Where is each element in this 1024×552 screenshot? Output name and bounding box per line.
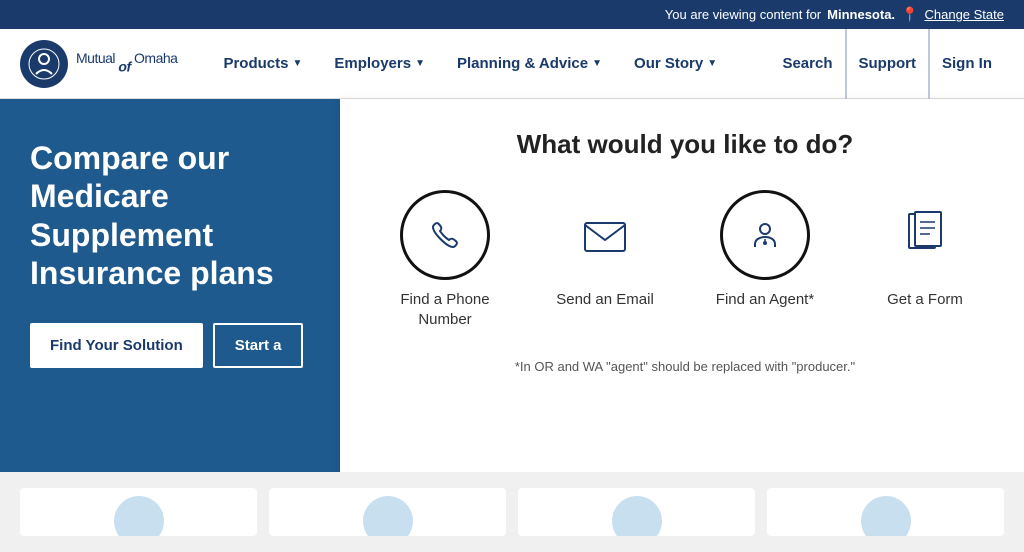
hero-buttons: Find Your Solution Start a — [30, 323, 310, 368]
chevron-down-icon: ▼ — [592, 58, 602, 69]
option-email[interactable]: Send an Email — [540, 190, 670, 310]
start-button[interactable]: Start a — [213, 323, 304, 368]
hero-headline: Compare our Medicare Supplement Insuranc… — [30, 139, 310, 293]
email-icon — [560, 190, 650, 280]
option-agent[interactable]: Find an Agent* — [700, 190, 830, 310]
nav-support[interactable]: Support — [845, 29, 931, 99]
phone-label: Find a Phone Number — [380, 290, 510, 329]
agent-label: Find an Agent* — [716, 290, 814, 310]
nav-right: Search Support Sign In — [770, 29, 1004, 99]
chevron-down-icon: ▼ — [292, 58, 302, 69]
phone-icon — [400, 190, 490, 280]
state-name: Minnesota. — [827, 7, 895, 22]
chevron-down-icon: ▼ — [707, 58, 717, 69]
nav-links: Products ▼ Employers ▼ Planning & Advice… — [207, 29, 770, 99]
agent-icon — [720, 190, 810, 280]
bottom-card-2[interactable] — [269, 488, 506, 536]
nav-planning[interactable]: Planning & Advice ▼ — [441, 29, 618, 99]
form-icon — [880, 190, 970, 280]
change-state-link[interactable]: Change State — [924, 7, 1004, 22]
bottom-card-3[interactable] — [518, 488, 755, 536]
bottom-card-1[interactable] — [20, 488, 257, 536]
option-form[interactable]: Get a Form — [860, 190, 990, 310]
card-icon-3 — [612, 496, 662, 536]
card-icon-4 — [861, 496, 911, 536]
support-title: What would you like to do? — [517, 129, 854, 160]
top-bar: You are viewing content for Minnesota. 📍… — [0, 0, 1024, 29]
main-nav: Mutual of Omaha Products ▼ Employers ▼ P… — [0, 29, 1024, 99]
logo-icon — [20, 40, 68, 88]
nav-products[interactable]: Products ▼ — [207, 29, 318, 99]
form-label: Get a Form — [887, 290, 963, 310]
nav-our-story[interactable]: Our Story ▼ — [618, 29, 733, 99]
location-icon: 📍 — [901, 6, 918, 23]
card-icon-2 — [363, 496, 413, 536]
bottom-cards — [0, 472, 1024, 552]
nav-employers[interactable]: Employers ▼ — [318, 29, 441, 99]
nav-signin[interactable]: Sign In — [930, 29, 1004, 99]
logo[interactable]: Mutual of Omaha — [20, 40, 177, 88]
logo-text: Mutual of Omaha — [76, 50, 177, 77]
card-icon-1 — [114, 496, 164, 536]
nav-search[interactable]: Search — [770, 29, 844, 99]
bottom-card-4[interactable] — [767, 488, 1004, 536]
support-options: Find a Phone Number Send an Email — [380, 190, 990, 329]
email-label: Send an Email — [556, 290, 654, 310]
option-phone[interactable]: Find a Phone Number — [380, 190, 510, 329]
chevron-down-icon: ▼ — [415, 58, 425, 69]
find-solution-button[interactable]: Find Your Solution — [30, 323, 203, 368]
support-note: *In OR and WA "agent" should be replaced… — [515, 359, 855, 374]
viewing-text: You are viewing content for — [665, 7, 821, 22]
